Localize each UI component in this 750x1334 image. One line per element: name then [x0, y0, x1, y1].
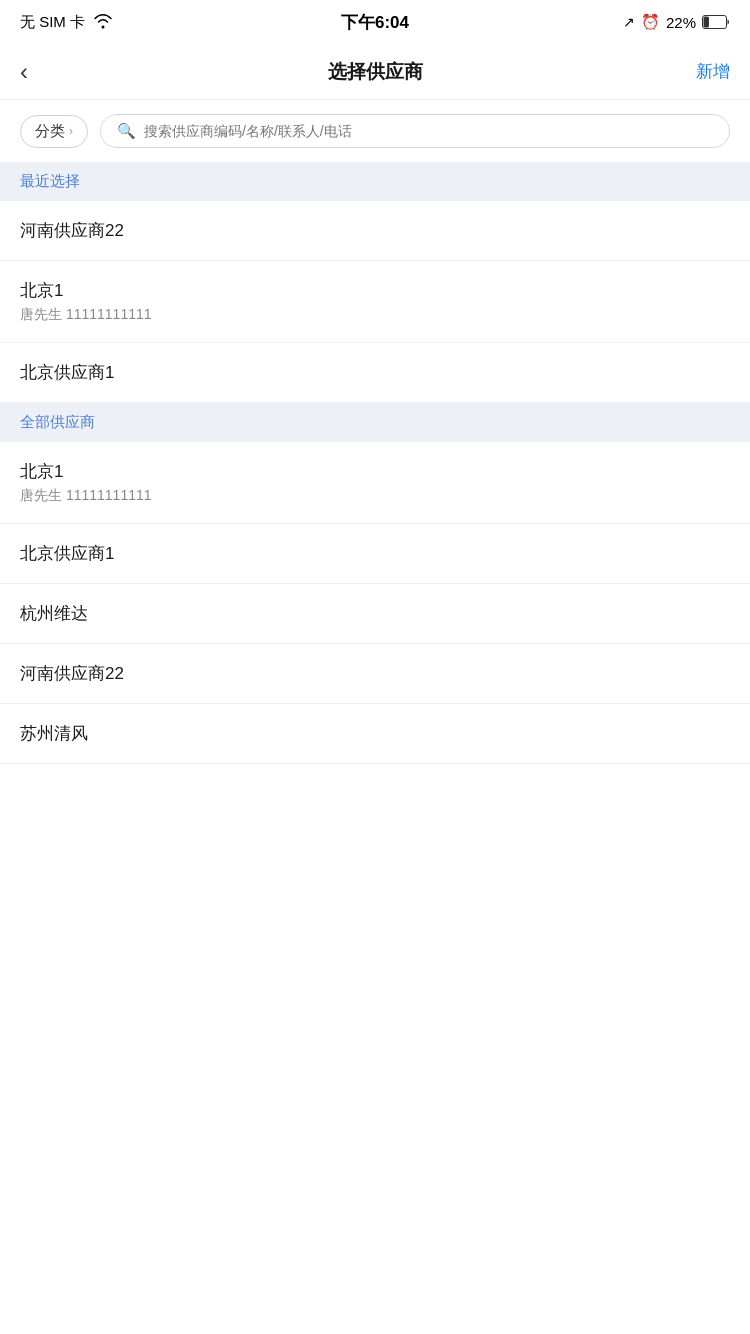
item-name: 北京供应商1 [20, 542, 730, 565]
item-name: 杭州维达 [20, 602, 730, 625]
category-label: 分类 [35, 122, 65, 141]
item-name: 北京1 [20, 279, 730, 302]
battery-label: 22% [666, 14, 696, 31]
list-item[interactable]: 北京1 唐先生 11111111111 [0, 261, 750, 343]
item-name: 北京供应商1 [20, 361, 730, 384]
item-name: 苏州清风 [20, 722, 730, 745]
list-item[interactable]: 北京供应商1 [0, 343, 750, 403]
list-item[interactable]: 北京供应商1 [0, 524, 750, 584]
item-name: 河南供应商22 [20, 662, 730, 685]
item-sub: 唐先生 11111111111 [20, 487, 730, 505]
search-box[interactable]: 🔍 [100, 114, 730, 148]
new-action-button[interactable]: 新增 [696, 60, 730, 83]
item-sub: 唐先生 11111111111 [20, 306, 730, 324]
location-icon: ↗ [623, 14, 635, 30]
wifi-icon [93, 13, 113, 32]
list-item[interactable]: 苏州清风 [0, 704, 750, 764]
list-item[interactable]: 杭州维达 [0, 584, 750, 644]
chevron-right-icon: › [69, 124, 73, 138]
section-header-recent: 最近选择 [0, 162, 750, 201]
battery-icon [702, 15, 730, 29]
clock-icon: ⏰ [641, 13, 660, 31]
search-input[interactable] [144, 123, 713, 139]
list-item[interactable]: 河南供应商22 [0, 644, 750, 704]
nav-bar: ‹ 选择供应商 新增 [0, 44, 750, 100]
filter-row: 分类 › 🔍 [0, 100, 750, 162]
status-left: 无 SIM 卡 [20, 13, 113, 32]
search-icon: 🔍 [117, 122, 136, 140]
status-right: ↗ ⏰ 22% [623, 13, 730, 31]
back-button[interactable]: ‹ [20, 58, 28, 86]
status-bar: 无 SIM 卡 下午6:04 ↗ ⏰ 22% [0, 0, 750, 44]
list-item[interactable]: 河南供应商22 [0, 201, 750, 261]
item-name: 河南供应商22 [20, 219, 730, 242]
no-sim-label: 无 SIM 卡 [20, 13, 85, 32]
status-time: 下午6:04 [341, 11, 409, 34]
section-header-all: 全部供应商 [0, 403, 750, 442]
list-item[interactable]: 北京1 唐先生 11111111111 [0, 442, 750, 524]
item-name: 北京1 [20, 460, 730, 483]
svg-rect-1 [704, 17, 710, 28]
sections-container: 最近选择河南供应商22 北京1 唐先生 11111111111 北京供应商1 全部供应商… [0, 162, 750, 764]
page-title: 选择供应商 [328, 59, 423, 85]
category-button[interactable]: 分类 › [20, 115, 88, 148]
